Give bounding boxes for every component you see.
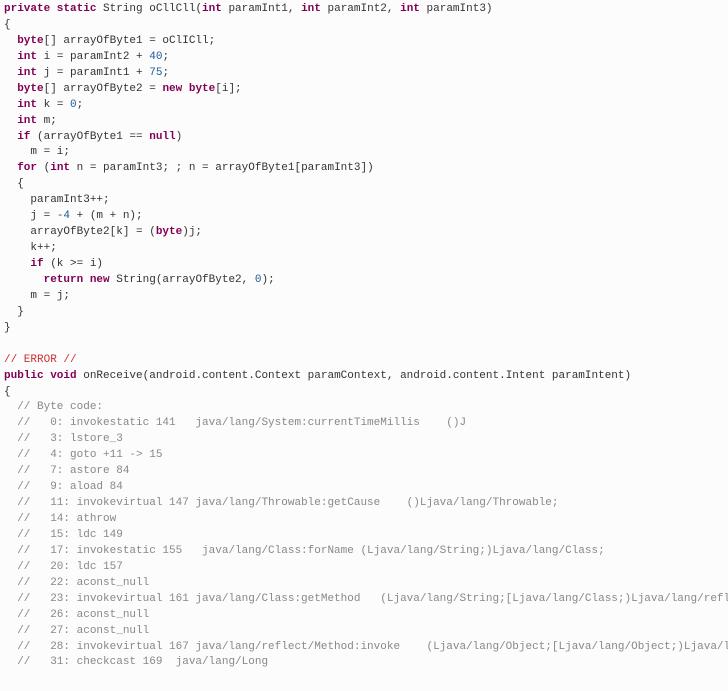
code-line: } bbox=[4, 305, 724, 321]
code-line: m = j; bbox=[4, 289, 724, 305]
code-line: if (k >= i) bbox=[4, 257, 724, 273]
code-line: // 27: aconst_null bbox=[4, 624, 724, 640]
code-line: // 15: ldc 149 bbox=[4, 528, 724, 544]
code-line: int j = paramInt1 + 75; bbox=[4, 66, 724, 82]
code-line: // 22: aconst_null bbox=[4, 576, 724, 592]
code-line: int i = paramInt2 + 40; bbox=[4, 50, 724, 66]
code-line: byte[] arrayOfByte1 = oClICll; bbox=[4, 34, 724, 50]
code-line: k++; bbox=[4, 241, 724, 257]
code-line: { bbox=[4, 385, 724, 401]
code-line bbox=[4, 337, 724, 353]
code-line: for (int n = paramInt3; ; n = arrayOfByt… bbox=[4, 161, 724, 177]
code-line: byte[] arrayOfByte2 = new byte[i]; bbox=[4, 82, 724, 98]
code-line: if (arrayOfByte1 == null) bbox=[4, 130, 724, 146]
code-line: // 26: aconst_null bbox=[4, 608, 724, 624]
code-line: // ERROR // bbox=[4, 353, 724, 369]
code-line: private static String oCllCll(int paramI… bbox=[4, 2, 724, 18]
code-line: // 14: athrow bbox=[4, 512, 724, 528]
code-line: // 4: goto +11 -> 15 bbox=[4, 448, 724, 464]
code-line: public void onReceive(android.content.Co… bbox=[4, 369, 724, 385]
code-line: { bbox=[4, 18, 724, 34]
code-line: // 28: invokevirtual 167 java/lang/refle… bbox=[4, 640, 724, 656]
code-line: int k = 0; bbox=[4, 98, 724, 114]
code-line: // 23: invokevirtual 161 java/lang/Class… bbox=[4, 592, 724, 608]
code-line: // 9: aload 84 bbox=[4, 480, 724, 496]
code-line: // 3: lstore_3 bbox=[4, 432, 724, 448]
code-line: return new String(arrayOfByte2, 0); bbox=[4, 273, 724, 289]
code-line: // 11: invokevirtual 147 java/lang/Throw… bbox=[4, 496, 724, 512]
code-line: arrayOfByte2[k] = (byte)j; bbox=[4, 225, 724, 241]
code-line: // 31: checkcast 169 java/lang/Long bbox=[4, 655, 724, 671]
code-line: } bbox=[4, 321, 724, 337]
code-line: // Byte code: bbox=[4, 400, 724, 416]
code-line: // 20: ldc 157 bbox=[4, 560, 724, 576]
code-line: m = i; bbox=[4, 145, 724, 161]
code-line: int m; bbox=[4, 114, 724, 130]
code-line: // 17: invokestatic 155 java/lang/Class:… bbox=[4, 544, 724, 560]
code-line: // 7: astore 84 bbox=[4, 464, 724, 480]
code-line: // 0: invokestatic 141 java/lang/System:… bbox=[4, 416, 724, 432]
code-line: paramInt3++; bbox=[4, 193, 724, 209]
code-line: { bbox=[4, 177, 724, 193]
code-block: private static String oCllCll(int paramI… bbox=[0, 0, 728, 691]
code-line: j = -4 + (m + n); bbox=[4, 209, 724, 225]
